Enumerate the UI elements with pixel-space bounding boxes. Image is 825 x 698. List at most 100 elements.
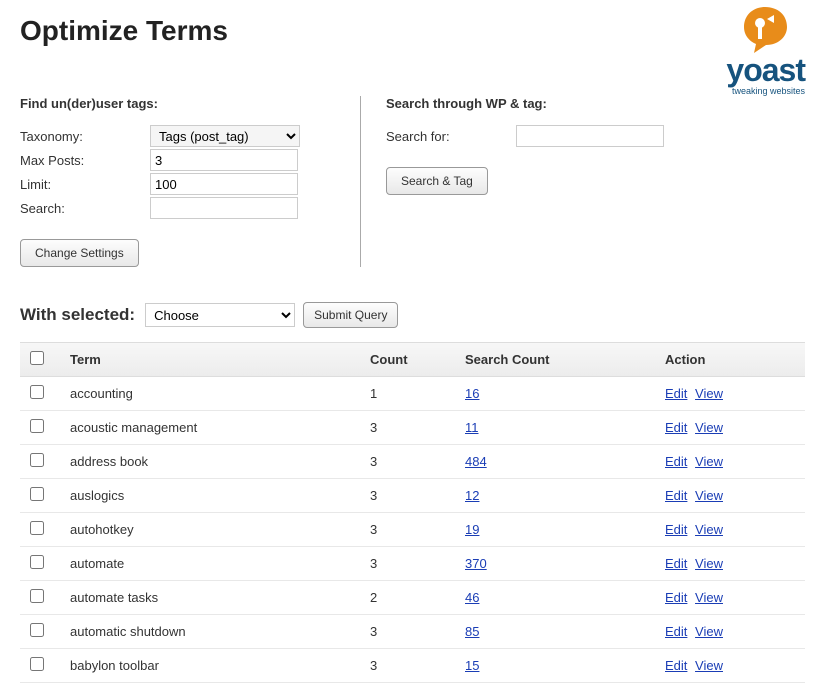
term-cell: autohotkey — [60, 513, 360, 547]
table-row: automate tasks2 46 Edit View — [20, 581, 805, 615]
term-cell: automate tasks — [60, 581, 360, 615]
view-link[interactable]: View — [695, 420, 723, 435]
count-cell: 3 — [360, 445, 455, 479]
search-count-link[interactable]: 19 — [465, 522, 479, 537]
search-for-label: Search for: — [386, 129, 516, 144]
term-cell: automate — [60, 547, 360, 581]
view-link[interactable]: View — [695, 522, 723, 537]
search-count-link[interactable]: 85 — [465, 624, 479, 639]
edit-link[interactable]: Edit — [665, 420, 687, 435]
edit-link[interactable]: Edit — [665, 658, 687, 673]
find-tags-panel: Find un(der)user tags: Taxonomy: Tags (p… — [20, 96, 330, 267]
table-row: automate3 370 Edit View — [20, 547, 805, 581]
terms-table: Term Count Search Count Action accountin… — [20, 342, 805, 683]
find-tags-heading: Find un(der)user tags: — [20, 96, 330, 111]
count-cell: 3 — [360, 513, 455, 547]
search-count-link[interactable]: 484 — [465, 454, 487, 469]
bulk-action-select[interactable]: Choose — [145, 303, 295, 327]
view-link[interactable]: View — [695, 658, 723, 673]
yoast-logo: yoast tweaking websites — [726, 5, 805, 96]
search-count-link[interactable]: 11 — [465, 420, 479, 435]
action-cell: Edit View — [655, 615, 805, 649]
table-row: babylon toolbar315Edit View — [20, 649, 805, 683]
count-cell: 3 — [360, 615, 455, 649]
term-cell: address book — [60, 445, 360, 479]
row-checkbox[interactable] — [30, 419, 44, 433]
action-cell: Edit View — [655, 377, 805, 411]
search-count-link[interactable]: 15 — [465, 658, 479, 673]
table-row: autohotkey3 19 Edit View — [20, 513, 805, 547]
edit-link[interactable]: Edit — [665, 488, 687, 503]
max-posts-input[interactable] — [150, 149, 298, 171]
action-header: Action — [655, 343, 805, 377]
row-checkbox[interactable] — [30, 487, 44, 501]
search-count-link[interactable]: 46 — [465, 590, 479, 605]
select-all-checkbox[interactable] — [30, 351, 44, 365]
logo-brand: yoast — [726, 57, 805, 84]
submit-query-button[interactable]: Submit Query — [303, 302, 398, 328]
edit-link[interactable]: Edit — [665, 624, 687, 639]
action-cell: Edit View — [655, 513, 805, 547]
search-count-link[interactable]: 370 — [465, 556, 487, 571]
search-count-cell: 16 — [455, 377, 655, 411]
term-header: Term — [60, 343, 360, 377]
table-row: address book3 484 Edit View — [20, 445, 805, 479]
search-for-input[interactable] — [516, 125, 664, 147]
count-cell: 2 — [360, 581, 455, 615]
limit-input[interactable] — [150, 173, 298, 195]
search-tag-panel: Search through WP & tag: Search for: Sea… — [360, 96, 670, 267]
logo-tagline: tweaking websites — [726, 86, 805, 96]
search-count-cell: 15 — [455, 649, 655, 683]
search-count-cell: 370 — [455, 547, 655, 581]
view-link[interactable]: View — [695, 488, 723, 503]
count-cell: 3 — [360, 479, 455, 513]
table-row: automatic shutdown3 85 Edit View — [20, 615, 805, 649]
count-cell: 3 — [360, 547, 455, 581]
search-count-cell: 11 — [455, 411, 655, 445]
page-title: Optimize Terms — [20, 15, 228, 47]
action-cell: Edit View — [655, 411, 805, 445]
action-cell: Edit View — [655, 445, 805, 479]
edit-link[interactable]: Edit — [665, 556, 687, 571]
search-count-link[interactable]: 16 — [465, 386, 479, 401]
action-cell: Edit View — [655, 479, 805, 513]
search-and-tag-button[interactable]: Search & Tag — [386, 167, 488, 195]
max-posts-label: Max Posts: — [20, 153, 150, 168]
action-cell: Edit View — [655, 581, 805, 615]
search-count-cell: 19 — [455, 513, 655, 547]
row-checkbox[interactable] — [30, 385, 44, 399]
edit-link[interactable]: Edit — [665, 522, 687, 537]
row-checkbox[interactable] — [30, 657, 44, 671]
action-cell: Edit View — [655, 649, 805, 683]
term-cell: auslogics — [60, 479, 360, 513]
with-selected-label: With selected: — [20, 305, 135, 325]
table-row: accounting1 16 Edit View — [20, 377, 805, 411]
count-header: Count — [360, 343, 455, 377]
search-input[interactable] — [150, 197, 298, 219]
search-count-link[interactable]: 12 — [465, 488, 479, 503]
view-link[interactable]: View — [695, 556, 723, 571]
limit-label: Limit: — [20, 177, 150, 192]
term-cell: accounting — [60, 377, 360, 411]
search-tag-heading: Search through WP & tag: — [386, 96, 670, 111]
view-link[interactable]: View — [695, 624, 723, 639]
view-link[interactable]: View — [695, 386, 723, 401]
taxonomy-select[interactable]: Tags (post_tag) — [150, 125, 300, 147]
edit-link[interactable]: Edit — [665, 454, 687, 469]
action-cell: Edit View — [655, 547, 805, 581]
row-checkbox[interactable] — [30, 555, 44, 569]
view-link[interactable]: View — [695, 454, 723, 469]
row-checkbox[interactable] — [30, 453, 44, 467]
view-link[interactable]: View — [695, 590, 723, 605]
search-count-cell: 46 — [455, 581, 655, 615]
count-cell: 1 — [360, 377, 455, 411]
term-cell: automatic shutdown — [60, 615, 360, 649]
edit-link[interactable]: Edit — [665, 386, 687, 401]
row-checkbox[interactable] — [30, 521, 44, 535]
search-count-cell: 85 — [455, 615, 655, 649]
edit-link[interactable]: Edit — [665, 590, 687, 605]
row-checkbox[interactable] — [30, 589, 44, 603]
row-checkbox[interactable] — [30, 623, 44, 637]
search-count-cell: 484 — [455, 445, 655, 479]
change-settings-button[interactable]: Change Settings — [20, 239, 139, 267]
